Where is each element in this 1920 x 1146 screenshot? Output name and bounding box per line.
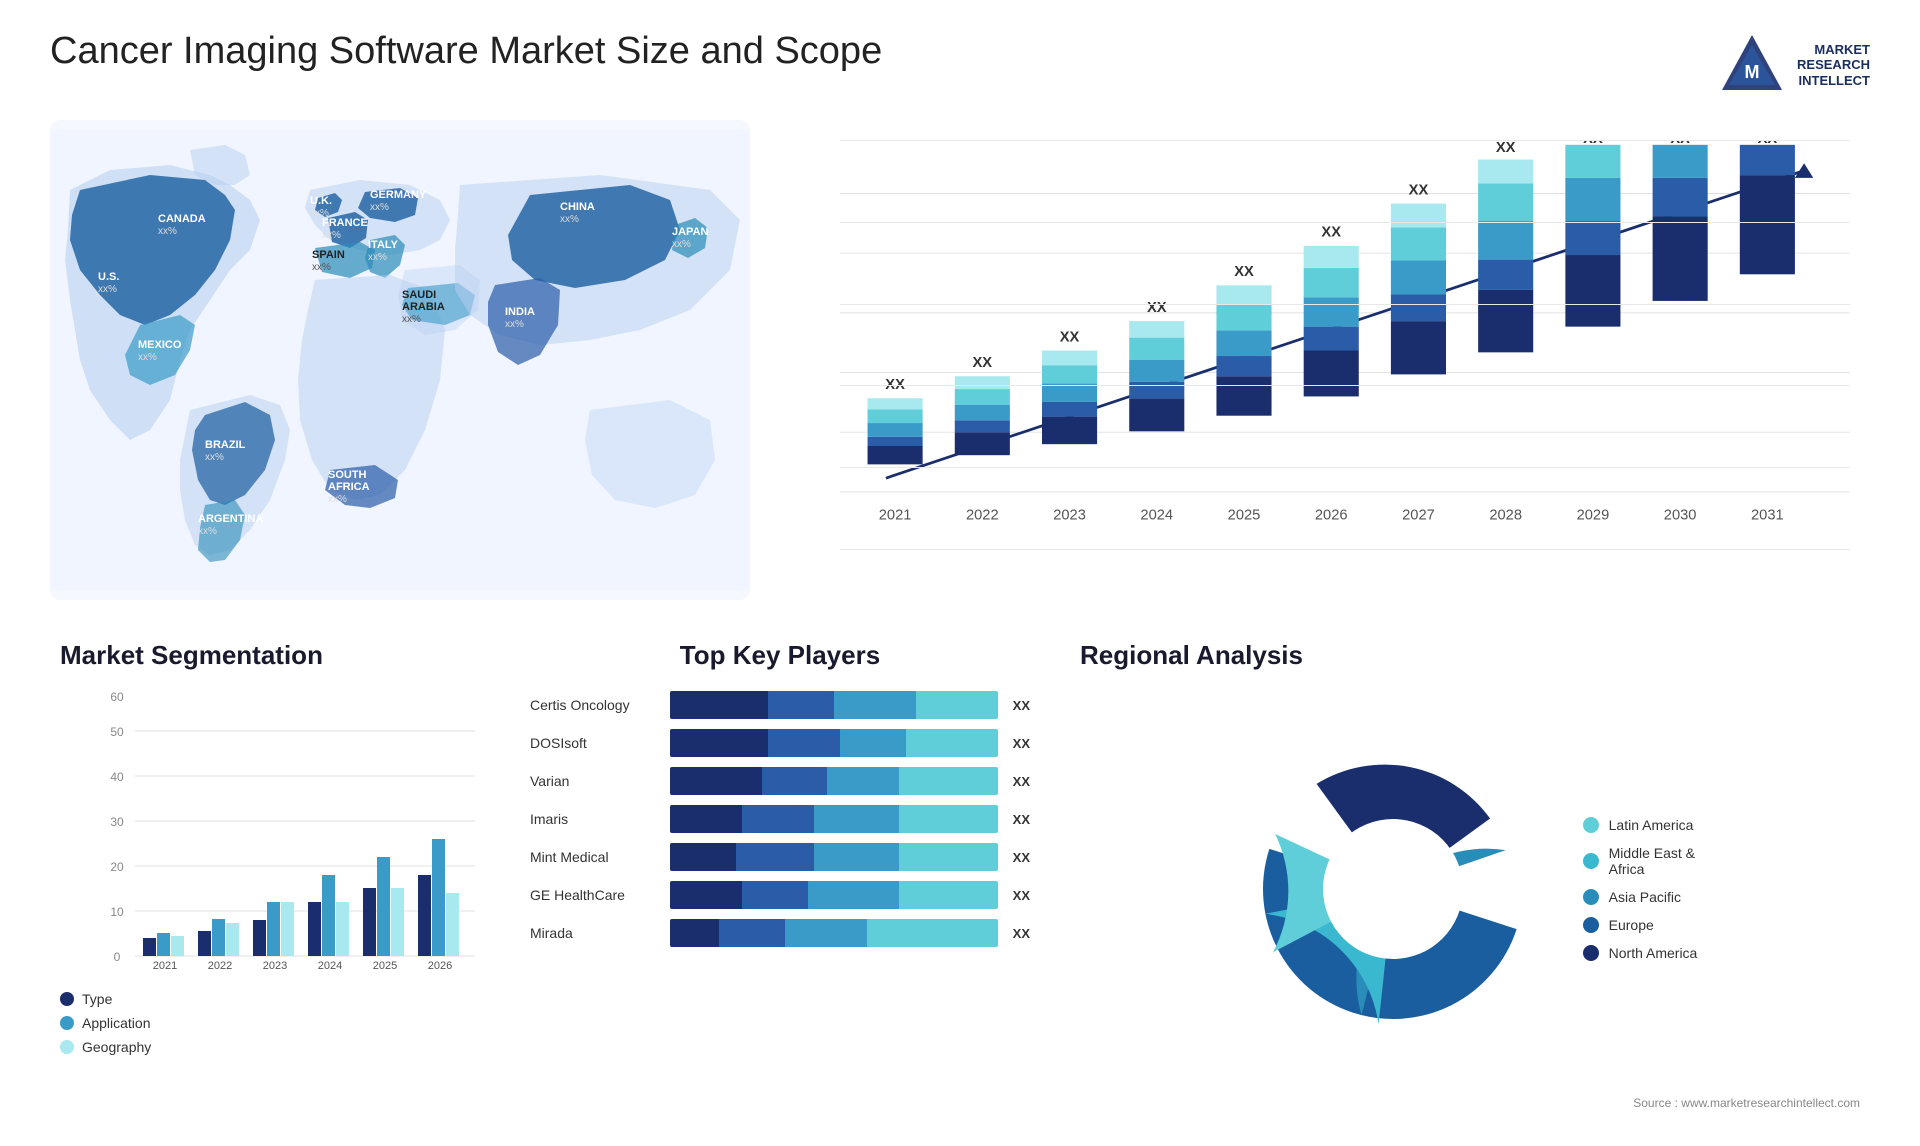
header: Cancer Imaging Software Market Size and … — [50, 30, 1870, 100]
grid-line — [840, 140, 1850, 141]
svg-text:GERMANY: GERMANY — [370, 189, 427, 201]
svg-text:U.S.: U.S. — [98, 271, 119, 283]
svg-text:xx%: xx% — [505, 319, 524, 330]
bar-chart-container: XX 2021 XX 2022 XX 2023 — [780, 120, 1870, 600]
legend-geography: Geography — [60, 1039, 480, 1055]
svg-text:FRANCE: FRANCE — [322, 217, 368, 229]
svg-text:BRAZIL: BRAZIL — [205, 439, 246, 451]
svg-text:xx%: xx% — [368, 252, 387, 263]
table-row: Varian XX — [530, 767, 1030, 795]
svg-text:2026: 2026 — [428, 960, 452, 971]
svg-text:M: M — [1745, 62, 1760, 82]
svg-text:60: 60 — [110, 691, 124, 704]
canada-label: CANADA — [158, 213, 206, 225]
svg-text:2022: 2022 — [208, 960, 232, 971]
table-row: Mirada XX — [530, 919, 1030, 947]
svg-text:10: 10 — [110, 905, 124, 919]
svg-text:CHINA: CHINA — [560, 201, 595, 213]
svg-text:xx%: xx% — [402, 314, 421, 325]
players-container: Top Key Players Certis Oncology XX DOSIs… — [520, 630, 1040, 1120]
svg-text:50: 50 — [110, 725, 124, 739]
type-dot — [60, 992, 74, 1006]
asia-pacific-dot — [1583, 889, 1599, 905]
north-america-dot — [1583, 945, 1599, 961]
application-dot — [60, 1016, 74, 1030]
list-item: Middle East &Africa — [1583, 845, 1698, 877]
svg-text:xx%: xx% — [158, 226, 177, 237]
world-map: CANADA xx% U.S. xx% MEXICO xx% BRAZIL xx… — [50, 120, 750, 600]
svg-text:AFRICA: AFRICA — [328, 481, 370, 493]
list-item: North America — [1583, 945, 1698, 961]
donut-area: Latin America Middle East &Africa Asia P… — [1080, 691, 1860, 1086]
svg-text:xx%: xx% — [198, 526, 217, 537]
bottom-section: Market Segmentation 0 10 20 30 40 50 60 — [50, 630, 1870, 1120]
middle-east-dot — [1583, 853, 1599, 869]
svg-text:xx%: xx% — [312, 262, 331, 273]
svg-text:SPAIN: SPAIN — [312, 249, 345, 261]
list-item: Asia Pacific — [1583, 889, 1698, 905]
grid-line — [840, 549, 1850, 550]
grid-line — [840, 304, 1850, 305]
table-row: Imaris XX — [530, 805, 1030, 833]
grid-line — [840, 385, 1850, 386]
svg-text:xx%: xx% — [138, 352, 157, 363]
page-container: Cancer Imaging Software Market Size and … — [0, 0, 1920, 1146]
svg-text:xx%: xx% — [98, 284, 117, 295]
table-row: Mint Medical XX — [530, 843, 1030, 871]
svg-text:INDIA: INDIA — [505, 306, 535, 318]
svg-text:0: 0 — [114, 950, 121, 964]
grid-line — [840, 467, 1850, 468]
grid-line — [840, 222, 1850, 223]
svg-text:U.K.: U.K. — [310, 195, 332, 207]
bar-chart-grid — [840, 140, 1850, 550]
svg-text:SAUDI: SAUDI — [402, 289, 436, 301]
svg-text:20: 20 — [110, 860, 124, 874]
top-section: CANADA xx% U.S. xx% MEXICO xx% BRAZIL xx… — [50, 120, 1870, 600]
players-title: Top Key Players — [530, 640, 1030, 671]
svg-text:2023: 2023 — [263, 960, 287, 971]
svg-text:2024: 2024 — [318, 960, 342, 971]
logo-icon: M — [1717, 30, 1787, 100]
svg-text:2021: 2021 — [153, 960, 177, 971]
svg-text:SOUTH: SOUTH — [328, 469, 367, 481]
svg-text:40: 40 — [110, 770, 124, 784]
svg-text:ITALY: ITALY — [368, 239, 399, 251]
regional-legend: Latin America Middle East &Africa Asia P… — [1583, 817, 1698, 961]
latin-america-dot — [1583, 817, 1599, 833]
svg-text:ARGENTINA: ARGENTINA — [198, 513, 263, 525]
seg-legend: Type Application Geography — [60, 991, 480, 1055]
table-row: Certis Oncology XX — [530, 691, 1030, 719]
legend-application: Application — [60, 1015, 480, 1031]
logo-text: MARKET RESEARCH INTELLECT — [1797, 42, 1870, 89]
regional-title: Regional Analysis — [1080, 640, 1860, 671]
map-container: CANADA xx% U.S. xx% MEXICO xx% BRAZIL xx… — [50, 120, 750, 600]
segmentation-chart: 0 10 20 30 40 50 60 — [90, 691, 480, 971]
logo-container: M MARKET RESEARCH INTELLECT — [1717, 30, 1870, 100]
segmentation-title: Market Segmentation — [60, 640, 480, 671]
players-list: Certis Oncology XX DOSIsoft — [530, 691, 1030, 947]
donut-chart — [1243, 739, 1543, 1039]
svg-text:xx%: xx% — [560, 214, 579, 225]
source-text: Source : www.marketresearchintellect.com — [1080, 1096, 1860, 1110]
table-row: GE HealthCare XX — [530, 881, 1030, 909]
svg-text:xx%: xx% — [328, 494, 347, 505]
svg-text:xx%: xx% — [205, 452, 224, 463]
segmentation-container: Market Segmentation 0 10 20 30 40 50 60 — [50, 630, 490, 1120]
svg-text:xx%: xx% — [370, 202, 389, 213]
list-item: Latin America — [1583, 817, 1698, 833]
svg-text:30: 30 — [110, 815, 124, 829]
list-item: Europe — [1583, 917, 1698, 933]
regional-container: Regional Analysis — [1070, 630, 1870, 1120]
svg-text:MEXICO: MEXICO — [138, 339, 182, 351]
europe-dot — [1583, 917, 1599, 933]
svg-text:xx%: xx% — [672, 239, 691, 250]
svg-text:JAPAN: JAPAN — [672, 226, 709, 238]
page-title: Cancer Imaging Software Market Size and … — [50, 30, 882, 73]
legend-type: Type — [60, 991, 480, 1007]
svg-text:ARABIA: ARABIA — [402, 301, 445, 313]
table-row: DOSIsoft XX — [530, 729, 1030, 757]
geography-dot — [60, 1040, 74, 1054]
svg-text:2025: 2025 — [373, 960, 397, 971]
svg-text:xx%: xx% — [322, 230, 341, 241]
